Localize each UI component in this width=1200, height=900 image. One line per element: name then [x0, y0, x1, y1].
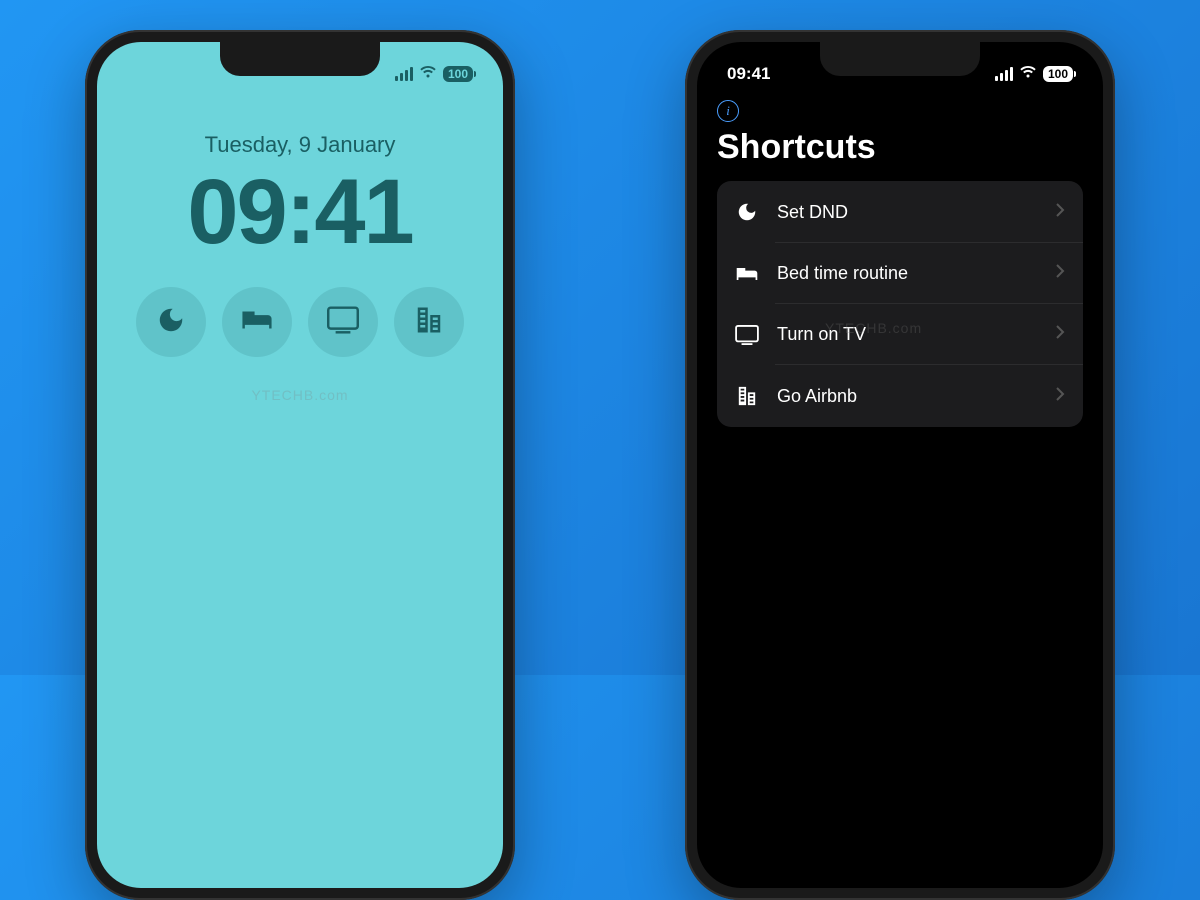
notch [220, 42, 380, 76]
bed-icon [735, 265, 759, 283]
shortcut-label: Set DND [777, 202, 1037, 223]
widget-tv[interactable] [308, 287, 378, 357]
watermark: YTECHB.com [251, 387, 348, 403]
tv-icon [327, 306, 359, 339]
widget-row [97, 287, 503, 357]
shortcut-bed-time[interactable]: Bed time routine [717, 243, 1083, 304]
widget-building[interactable] [394, 287, 464, 357]
moon-icon [156, 305, 186, 340]
shortcut-go-airbnb[interactable]: Go Airbnb [717, 365, 1083, 427]
wifi-icon [1019, 65, 1037, 84]
tv-icon [735, 325, 759, 345]
moon-icon [735, 201, 759, 223]
status-time: 09:41 [727, 64, 770, 84]
phone-left: 100 Tuesday, 9 January 09:41 YTECHB.com [85, 30, 515, 900]
bed-icon [240, 305, 274, 340]
shortcut-label: Go Airbnb [777, 386, 1037, 407]
shortcuts-panel: Set DND Bed time routine Turn on TV Go A… [717, 181, 1083, 427]
phone-right: 09:41 100 i Shortcuts Set DND Bed time r… [685, 30, 1115, 900]
cellular-signal-icon [395, 67, 413, 81]
wifi-icon [419, 65, 437, 84]
battery-indicator: 100 [443, 66, 473, 82]
shortcut-set-dnd[interactable]: Set DND [717, 181, 1083, 243]
watermark: YTECHB.com [825, 320, 922, 336]
shortcut-label: Bed time routine [777, 263, 1037, 284]
lock-date: Tuesday, 9 January [97, 132, 503, 158]
chevron-right-icon [1055, 386, 1065, 407]
cellular-signal-icon [995, 67, 1013, 81]
chevron-right-icon [1055, 263, 1065, 284]
chevron-right-icon [1055, 324, 1065, 345]
shortcuts-title: Shortcuts [717, 128, 1083, 167]
lock-time: 09:41 [97, 160, 503, 265]
building-icon [735, 385, 759, 407]
widget-bed[interactable] [222, 287, 292, 357]
notch [820, 42, 980, 76]
lock-screen: 100 Tuesday, 9 January 09:41 YTECHB.com [97, 42, 503, 888]
shortcuts-screen: 09:41 100 i Shortcuts Set DND Bed time r… [697, 42, 1103, 888]
widget-dnd[interactable] [136, 287, 206, 357]
building-icon [415, 305, 443, 340]
battery-indicator: 100 [1043, 66, 1073, 82]
info-button[interactable]: i [717, 100, 739, 122]
chevron-right-icon [1055, 202, 1065, 223]
